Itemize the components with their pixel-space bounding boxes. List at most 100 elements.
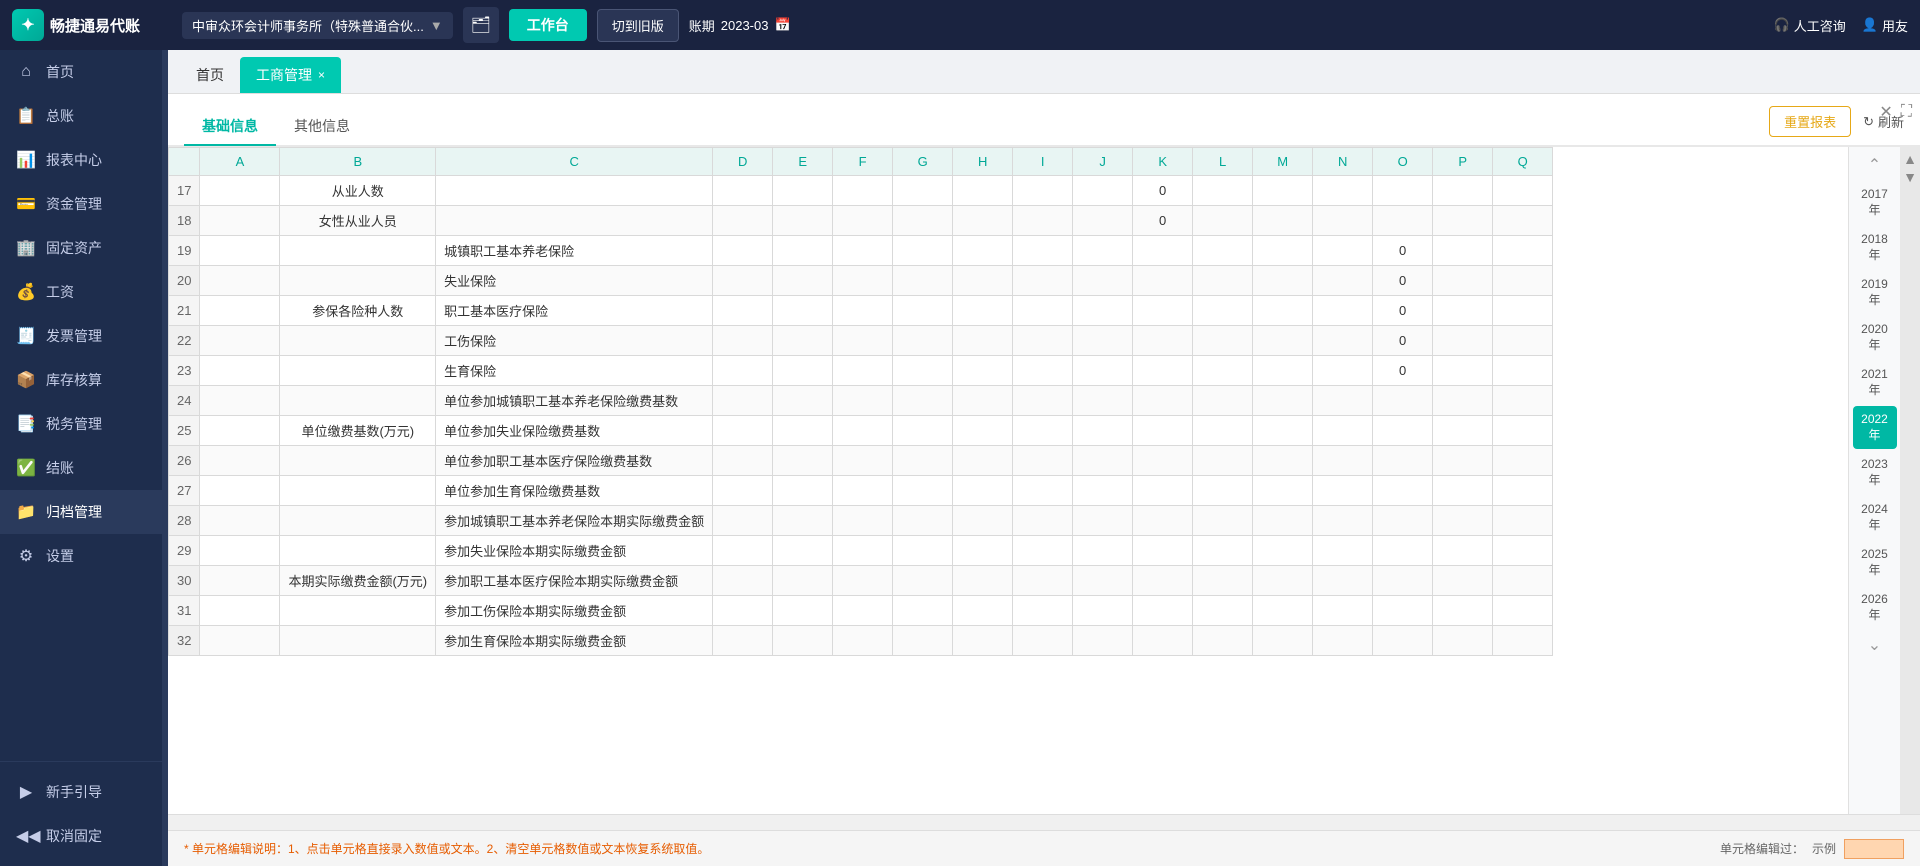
cell-22-col9[interactable]: [1013, 326, 1073, 356]
year-item-2019年[interactable]: 2019年: [1853, 271, 1897, 314]
cell-17-K[interactable]: 0: [1133, 176, 1193, 206]
cell-23-col13[interactable]: [1253, 356, 1313, 386]
cell-22-K[interactable]: [1133, 326, 1193, 356]
cell-24-col8[interactable]: [953, 386, 1013, 416]
cell-29-col4[interactable]: [713, 536, 773, 566]
cell-31-col10[interactable]: [1073, 596, 1133, 626]
cell-27-col9[interactable]: [1013, 476, 1073, 506]
cell-22-col13[interactable]: [1253, 326, 1313, 356]
sub-tab-other[interactable]: 其他信息: [276, 108, 368, 146]
cell-19-col6[interactable]: [833, 236, 893, 266]
cell-28-K[interactable]: [1133, 506, 1193, 536]
cell-25-A[interactable]: [200, 416, 280, 446]
cell-29-B[interactable]: [280, 536, 436, 566]
cell-28-col4[interactable]: [713, 506, 773, 536]
cell-25-col5[interactable]: [773, 416, 833, 446]
sidebar-item-unpin[interactable]: ◀◀ 取消固定: [0, 814, 168, 858]
cell-20-col8[interactable]: [953, 266, 1013, 296]
row-num-18[interactable]: 18: [169, 206, 200, 236]
cell-22-col6[interactable]: [833, 326, 893, 356]
cell-30-col13[interactable]: [1253, 566, 1313, 596]
cell-19-A[interactable]: [200, 236, 280, 266]
cell-29-A[interactable]: [200, 536, 280, 566]
cell-29-col10[interactable]: [1073, 536, 1133, 566]
cell-22-col10[interactable]: [1073, 326, 1133, 356]
cell-20-col14[interactable]: [1313, 266, 1373, 296]
cell-24-A[interactable]: [200, 386, 280, 416]
cell-19-col8[interactable]: [953, 236, 1013, 266]
cell-29-col9[interactable]: [1013, 536, 1073, 566]
cell-29-col16[interactable]: [1433, 536, 1493, 566]
cell-23-col14[interactable]: [1313, 356, 1373, 386]
cell-26-col8[interactable]: [953, 446, 1013, 476]
cell-29-col5[interactable]: [773, 536, 833, 566]
cell-20-col16[interactable]: [1433, 266, 1493, 296]
cell-28-col5[interactable]: [773, 506, 833, 536]
cell-21-C[interactable]: 职工基本医疗保险: [436, 296, 713, 326]
cell-27-col4[interactable]: [713, 476, 773, 506]
tab-business[interactable]: 工商管理 ×: [240, 57, 341, 93]
cell-28-col6[interactable]: [833, 506, 893, 536]
cell-27-col16[interactable]: [1433, 476, 1493, 506]
cell-22-col14[interactable]: [1313, 326, 1373, 356]
cell-32-B[interactable]: [280, 626, 436, 656]
workbench-button[interactable]: 工作台: [509, 9, 587, 41]
sidebar-item-archive[interactable]: 📁 归档管理: [0, 490, 168, 534]
cell-30-K[interactable]: [1133, 566, 1193, 596]
expand-window-button[interactable]: ⛶: [1901, 102, 1912, 122]
cell-20-K[interactable]: [1133, 266, 1193, 296]
cell-31-col7[interactable]: [893, 596, 953, 626]
cell-19-col10[interactable]: [1073, 236, 1133, 266]
sub-tab-basic[interactable]: 基础信息: [184, 108, 276, 146]
cell-17-col9[interactable]: [1013, 176, 1073, 206]
cell-31-C[interactable]: 参加工伤保险本期实际缴费金额: [436, 596, 713, 626]
cell-25-col13[interactable]: [1253, 416, 1313, 446]
cell-30-col14[interactable]: [1313, 566, 1373, 596]
cell-28-col9[interactable]: [1013, 506, 1073, 536]
cell-25-col14[interactable]: [1313, 416, 1373, 446]
cell-19-col12[interactable]: [1193, 236, 1253, 266]
cell-32-col7[interactable]: [893, 626, 953, 656]
cell-24-B[interactable]: [280, 386, 436, 416]
cell-23-col9[interactable]: [1013, 356, 1073, 386]
cell-24-col17[interactable]: [1493, 386, 1553, 416]
row-num-23[interactable]: 23: [169, 356, 200, 386]
cell-18-B[interactable]: 女性从业人员: [280, 206, 436, 236]
cell-26-col10[interactable]: [1073, 446, 1133, 476]
cell-23-col8[interactable]: [953, 356, 1013, 386]
cell-20-col13[interactable]: [1253, 266, 1313, 296]
cell-25-K[interactable]: [1133, 416, 1193, 446]
cell-31-B[interactable]: [280, 596, 436, 626]
cell-21-B[interactable]: 参保各险种人数: [280, 296, 436, 326]
cell-27-col10[interactable]: [1073, 476, 1133, 506]
cell-24-K[interactable]: [1133, 386, 1193, 416]
cell-30-col12[interactable]: [1193, 566, 1253, 596]
cell-21-col5[interactable]: [773, 296, 833, 326]
cell-22-C[interactable]: 工伤保险: [436, 326, 713, 356]
cell-30-C[interactable]: 参加职工基本医疗保险本期实际缴费金额: [436, 566, 713, 596]
cell-21-col14[interactable]: [1313, 296, 1373, 326]
year-nav-up[interactable]: ⌃: [1853, 151, 1897, 179]
cell-21-col13[interactable]: [1253, 296, 1313, 326]
sidebar-item-settle[interactable]: ✅ 结账: [0, 446, 168, 490]
cell-29-K[interactable]: [1133, 536, 1193, 566]
cell-18-K[interactable]: 0: [1133, 206, 1193, 236]
sidebar-item-newbie[interactable]: ▶ 新手引导: [0, 770, 168, 814]
cell-32-col17[interactable]: [1493, 626, 1553, 656]
cell-17-O[interactable]: [1373, 176, 1433, 206]
cell-31-col4[interactable]: [713, 596, 773, 626]
cell-21-col17[interactable]: [1493, 296, 1553, 326]
cell-25-O[interactable]: [1373, 416, 1433, 446]
cell-19-col13[interactable]: [1253, 236, 1313, 266]
cell-18-C[interactable]: [436, 206, 713, 236]
cell-17-col5[interactable]: [773, 176, 833, 206]
cell-18-col8[interactable]: [953, 206, 1013, 236]
cell-28-A[interactable]: [200, 506, 280, 536]
row-num-27[interactable]: 27: [169, 476, 200, 506]
cell-19-col14[interactable]: [1313, 236, 1373, 266]
cell-23-A[interactable]: [200, 356, 280, 386]
cell-19-col16[interactable]: [1433, 236, 1493, 266]
cell-31-O[interactable]: [1373, 596, 1433, 626]
cell-26-col6[interactable]: [833, 446, 893, 476]
cell-32-col10[interactable]: [1073, 626, 1133, 656]
